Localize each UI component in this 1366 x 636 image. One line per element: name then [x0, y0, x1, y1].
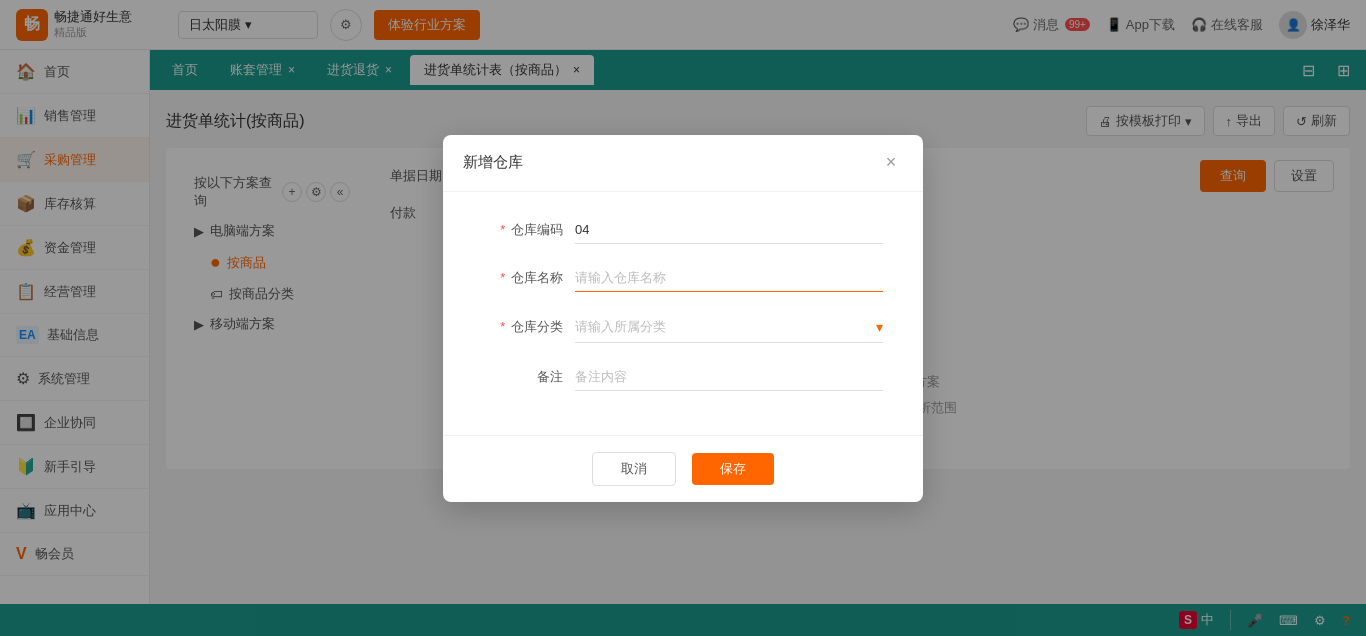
code-field-row: * 仓库编码 — [483, 216, 883, 244]
modal-title: 新增仓库 — [463, 153, 523, 172]
modal-footer: 取消 保存 — [443, 435, 923, 502]
category-dropdown-icon: ▾ — [876, 319, 883, 335]
name-label: * 仓库名称 — [483, 269, 563, 287]
required-star-name: * — [500, 270, 505, 285]
code-label: * 仓库编码 — [483, 221, 563, 239]
cancel-button[interactable]: 取消 — [592, 452, 676, 486]
save-button[interactable]: 保存 — [692, 453, 774, 485]
add-warehouse-modal: 新增仓库 × * 仓库编码 * 仓库名称 — [443, 135, 923, 502]
required-star-code: * — [500, 222, 505, 237]
category-placeholder: 请输入所属分类 — [575, 318, 666, 336]
name-field-row: * 仓库名称 — [483, 264, 883, 292]
required-star-category: * — [500, 319, 505, 334]
modal-close-button[interactable]: × — [879, 151, 903, 175]
category-field-row: * 仓库分类 请输入所属分类 ▾ — [483, 312, 883, 343]
modal-header: 新增仓库 × — [443, 135, 923, 192]
remark-field-row: 备注 — [483, 363, 883, 391]
remark-label: 备注 — [483, 368, 563, 386]
name-input[interactable] — [575, 264, 883, 292]
remark-input[interactable] — [575, 363, 883, 391]
modal-body: * 仓库编码 * 仓库名称 * 仓库分类 请输入 — [443, 192, 923, 435]
category-label: * 仓库分类 — [483, 318, 563, 336]
modal-overlay: 新增仓库 × * 仓库编码 * 仓库名称 — [0, 0, 1366, 636]
code-input[interactable] — [575, 216, 883, 244]
category-select[interactable]: 请输入所属分类 ▾ — [575, 312, 883, 343]
